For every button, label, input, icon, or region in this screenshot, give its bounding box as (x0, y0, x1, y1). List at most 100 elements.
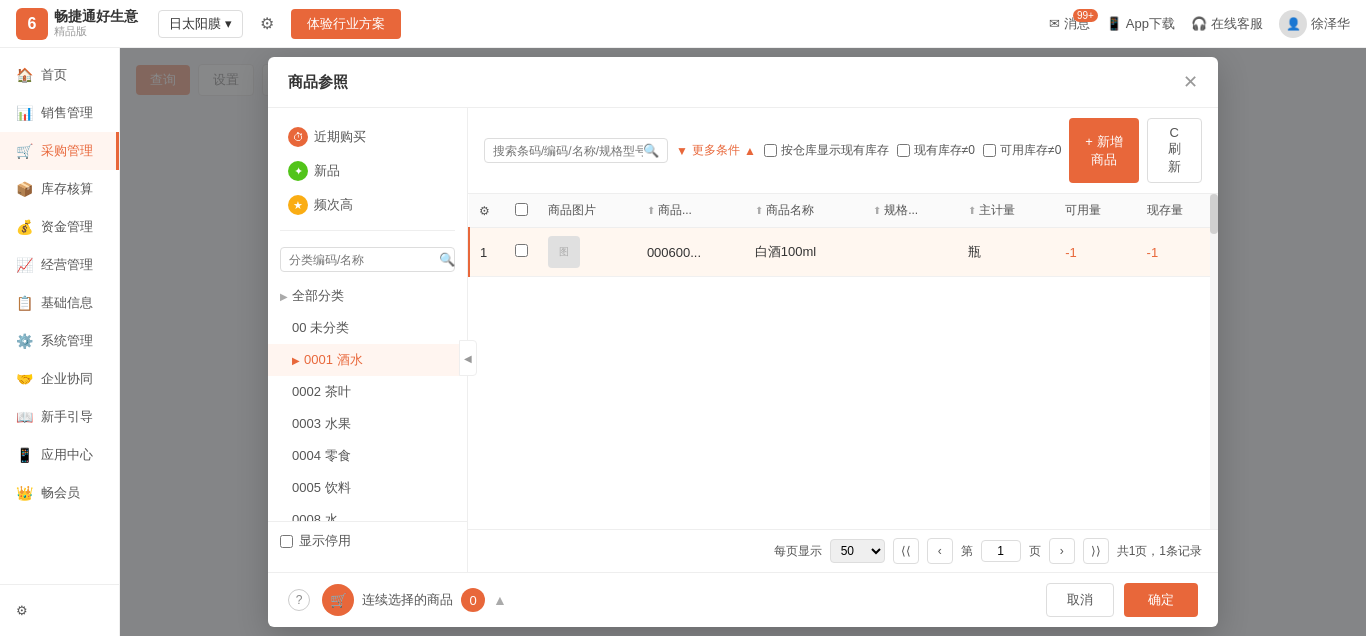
user-area[interactable]: 👤 徐泽华 (1279, 10, 1350, 38)
per-page-label: 每页显示 (774, 543, 822, 560)
sidebar-settings-btn[interactable]: ⚙ (0, 593, 119, 628)
category-fruit[interactable]: 0003 水果 (268, 408, 467, 440)
refresh-button[interactable]: C 刷新 (1147, 118, 1202, 183)
row-checkbox[interactable] (515, 244, 528, 257)
phone-icon: 📱 (1106, 16, 1122, 31)
sidebar-item-inventory[interactable]: 📦 库存核算 (0, 170, 119, 208)
warehouse-filter-text: 按仓库显示现有库存 (781, 142, 889, 159)
col-settings[interactable]: ⚙ (469, 194, 505, 228)
category-tea[interactable]: 0002 茶叶 (268, 376, 467, 408)
category-search-box[interactable]: 🔍 (280, 247, 455, 272)
sidebar-label-system: 系统管理 (41, 332, 93, 350)
category-all[interactable]: ▶ 全部分类 (268, 280, 467, 312)
quick-recent[interactable]: ⏱ 近期购买 (280, 120, 455, 154)
action-buttons: + 新增商品 C 刷新 (1069, 118, 1202, 183)
last-page-button[interactable]: ⟩⟩ (1083, 538, 1109, 564)
prev-page-button[interactable]: ‹ (927, 538, 953, 564)
scrollbar-thumb[interactable] (1210, 194, 1218, 234)
avail-ne0-checkbox[interactable] (983, 144, 996, 157)
row-checkbox-cell[interactable] (505, 228, 538, 277)
sidebar-label-member: 畅会员 (41, 484, 80, 502)
modal-right-panel: 🔍 ▼ 更多条件 ▲ 按仓库显示现有库存 (468, 108, 1218, 572)
service-button[interactable]: 🎧 在线客服 (1191, 15, 1263, 33)
sidebar-item-operations[interactable]: 📈 经营管理 (0, 246, 119, 284)
category-unclassified[interactable]: 00 未分类 (268, 312, 467, 344)
col-name-header[interactable]: ⬆ 商品名称 (745, 194, 863, 228)
sidebar-item-purchase[interactable]: 🛒 采购管理 (0, 132, 119, 170)
col-stock-header: 现存量 (1137, 194, 1218, 228)
cancel-button[interactable]: 取消 (1046, 583, 1114, 617)
next-page-button[interactable]: › (1049, 538, 1075, 564)
content-area: 查询 设置 刷新 商品参照 ✕ ◀ (120, 48, 1366, 636)
sidebar-item-sales[interactable]: 📊 销售管理 (0, 94, 119, 132)
col-spec-header[interactable]: ⬆ 规格... (863, 194, 958, 228)
column-settings-icon[interactable]: ⚙ (479, 204, 490, 218)
col-code-label: 商品... (658, 202, 692, 219)
product-search-box[interactable]: 🔍 (484, 138, 668, 163)
sort-icon-spec: ⬆ (873, 205, 881, 216)
help-button[interactable]: ? (288, 589, 310, 611)
sidebar-item-member[interactable]: 👑 畅会员 (0, 474, 119, 512)
more-conditions-button[interactable]: ▼ 更多条件 ▲ (676, 142, 756, 159)
sidebar-item-finance[interactable]: 💰 资金管理 (0, 208, 119, 246)
chevron-up-icon: ▲ (744, 144, 756, 158)
stock-ne0-text: 现有库存≠0 (914, 142, 975, 159)
per-page-select[interactable]: 50 10 20 100 (830, 539, 885, 563)
modal-footer: ? 🛒 连续选择的商品 0 ▲ 取消 确定 (268, 572, 1218, 627)
store-name: 日太阳膜 (169, 15, 221, 33)
page-info: 共1页，1条记录 (1117, 543, 1202, 560)
purchase-icon: 🛒 (16, 143, 33, 159)
warehouse-filter-label[interactable]: 按仓库显示现有库存 (764, 142, 889, 159)
row-unit-cell: 瓶 (958, 228, 1055, 277)
warehouse-filter-checkbox[interactable] (764, 144, 777, 157)
category-liquor[interactable]: ▶ 0001 酒水 (268, 344, 467, 376)
first-page-button[interactable]: ⟨⟨ (893, 538, 919, 564)
app-download-button[interactable]: 📱 App下载 (1106, 15, 1175, 33)
sort-icon: ⬆ (755, 205, 763, 216)
new-icon: ✦ (288, 161, 308, 181)
stock-ne0-checkbox[interactable] (897, 144, 910, 157)
confirm-button[interactable]: 确定 (1124, 583, 1198, 617)
page-number-input[interactable] (981, 540, 1021, 562)
store-selector[interactable]: 日太阳膜 ▾ (158, 10, 243, 38)
cart-collapse-button[interactable]: ▲ (493, 592, 507, 608)
row-stock-cell: -1 (1137, 228, 1218, 277)
app-download-label: App下载 (1126, 15, 1175, 33)
sidebar-item-collab[interactable]: 🤝 企业协同 (0, 360, 119, 398)
settings-button[interactable]: ⚙ (251, 8, 283, 40)
row-code-cell: 000600... (637, 228, 745, 277)
sidebar-label-guide: 新手引导 (41, 408, 93, 426)
quick-freq[interactable]: ★ 频次高 (280, 188, 455, 222)
sidebar-item-system[interactable]: ⚙️ 系统管理 (0, 322, 119, 360)
col-unit-header[interactable]: ⬆ 主计量 (958, 194, 1055, 228)
product-search-input[interactable] (493, 144, 643, 158)
add-product-button[interactable]: + 新增商品 (1069, 118, 1138, 183)
search-icon[interactable]: 🔍 (643, 143, 659, 158)
sidebar-item-base[interactable]: 📋 基础信息 (0, 284, 119, 322)
sidebar-label-collab: 企业协同 (41, 370, 93, 388)
trial-button[interactable]: 体验行业方案 (291, 9, 401, 39)
sidebar-item-home[interactable]: 🏠 首页 (0, 56, 119, 94)
table-row[interactable]: 1 图 (469, 228, 1218, 277)
sidebar-item-guide[interactable]: 📖 新手引导 (0, 398, 119, 436)
category-beverage[interactable]: 0005 饮料 (268, 472, 467, 504)
vertical-scrollbar[interactable] (1210, 194, 1218, 529)
show-disabled-checkbox[interactable] (280, 535, 293, 548)
apps-icon: 📱 (16, 447, 33, 463)
footer-buttons: 取消 确定 (1046, 583, 1198, 617)
category-search-icon[interactable]: 🔍 (439, 252, 455, 267)
arrow-icon: ▶ (292, 355, 300, 366)
category-snack[interactable]: 0004 零食 (268, 440, 467, 472)
stock-ne0-filter-label[interactable]: 现有库存≠0 (897, 142, 975, 159)
topbar: 6 畅捷通好生意 精品版 日太阳膜 ▾ ⚙ 体验行业方案 ✉ 消息 99+ 📱 … (0, 0, 1366, 48)
col-code-header[interactable]: ⬆ 商品... (637, 194, 745, 228)
sidebar-item-apps[interactable]: 📱 应用中心 (0, 436, 119, 474)
category-search-input[interactable] (289, 253, 439, 267)
category-water[interactable]: 0008 水 (268, 504, 467, 521)
message-button[interactable]: ✉ 消息 99+ (1049, 15, 1090, 33)
modal-close-button[interactable]: ✕ (1183, 71, 1198, 93)
collapse-panel-button[interactable]: ◀ (459, 340, 477, 376)
quick-new[interactable]: ✦ 新品 (280, 154, 455, 188)
select-all-checkbox[interactable] (515, 203, 528, 216)
avail-ne0-filter-label[interactable]: 可用库存≠0 (983, 142, 1061, 159)
